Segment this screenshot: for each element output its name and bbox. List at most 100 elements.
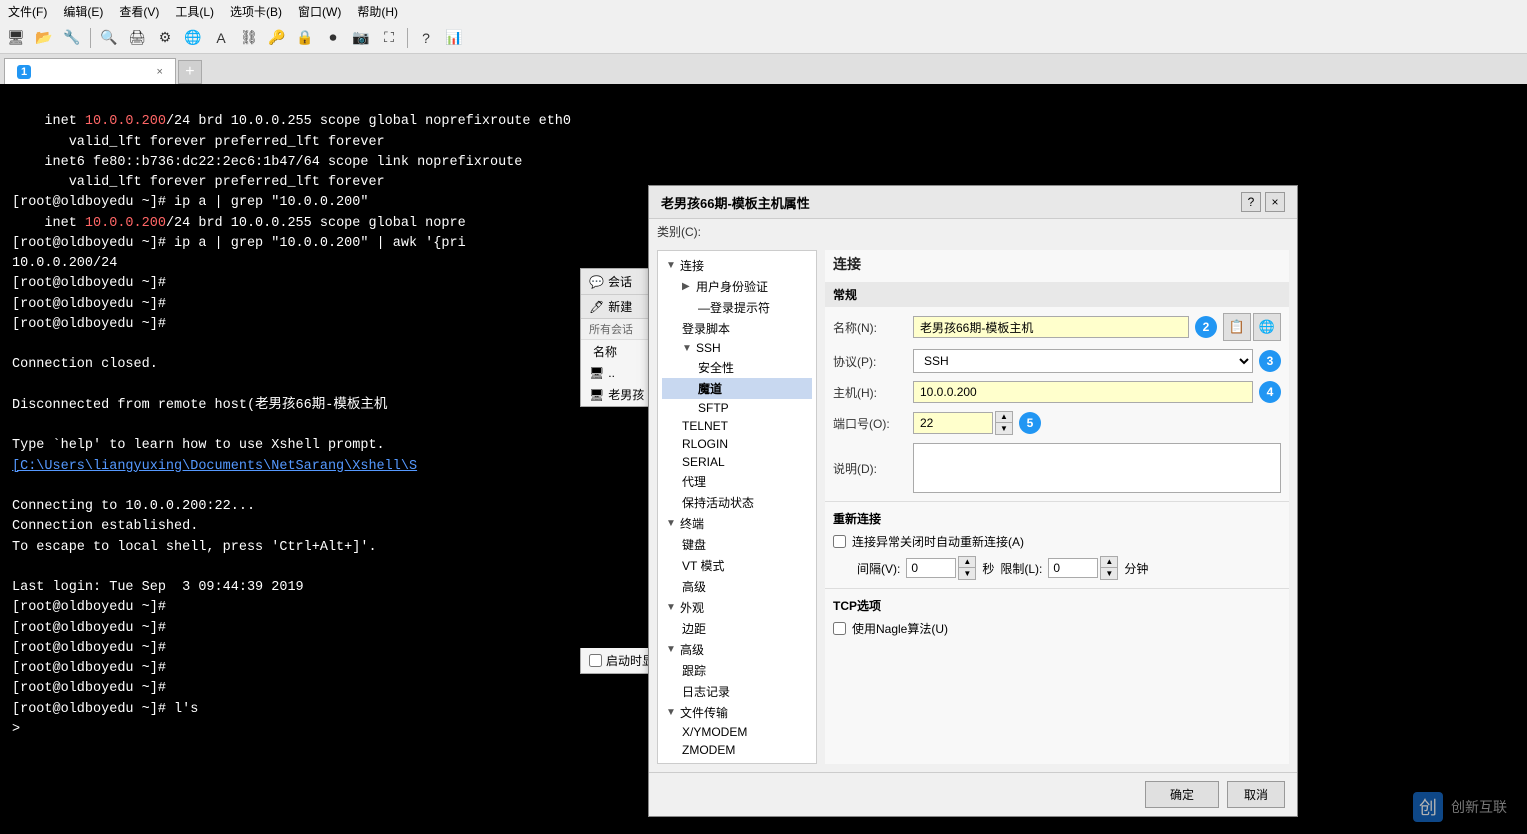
tree-label-appearance: 外观 xyxy=(680,599,704,616)
cancel-button[interactable]: 取消 xyxy=(1227,781,1285,808)
config-input-name[interactable] xyxy=(913,316,1189,338)
tab-close-btn[interactable]: × xyxy=(156,66,162,78)
tree-label-logging: 日志记录 xyxy=(682,683,730,700)
limit-label: 限制(L): xyxy=(1000,560,1042,577)
tree-item-rlogin[interactable]: RLOGIN xyxy=(662,435,812,453)
tab-main[interactable]: 1 老男孩66期-模板主... × xyxy=(4,58,176,84)
toolbar-config-btn[interactable]: ⚙ xyxy=(153,26,177,50)
terminal-line-27: [root@oldboyedu ~]# xyxy=(12,641,166,656)
tree-item-advanced[interactable]: ▼ 高级 xyxy=(662,639,812,660)
tree-item-sftp[interactable]: SFTP xyxy=(662,399,812,417)
menu-tabs[interactable]: 选项卡(B) xyxy=(230,3,282,20)
interval-up-arrow[interactable]: ▲ xyxy=(959,557,975,568)
toolbar-refresh-btn[interactable]: 🔧 xyxy=(60,26,84,50)
tree-item-filetransfer[interactable]: ▼ 文件传输 xyxy=(662,702,812,723)
toolbar-chain-btn[interactable]: ⛓ xyxy=(237,26,261,50)
tree-item-auth[interactable]: ▶ 用户身份验证 xyxy=(662,276,812,297)
ok-button[interactable]: 确定 xyxy=(1145,781,1219,808)
tree-item-proxy[interactable]: 代理 xyxy=(662,471,812,492)
modal-dialog[interactable]: 老男孩66期-模板主机属性 ? × 类别(C): ▼ 连接 ▶ 用户身份验证 xyxy=(648,185,1298,817)
session-item-icon-2: 🖥 xyxy=(589,388,604,402)
menu-edit[interactable]: 编辑(E) xyxy=(63,3,103,20)
menu-help[interactable]: 帮助(H) xyxy=(357,3,398,20)
tree-item-tunnel[interactable]: 魔道 xyxy=(662,378,812,399)
tree-item-keyboard[interactable]: 键盘 xyxy=(662,534,812,555)
new-icon: 🖊 xyxy=(589,300,604,314)
tree-item-serial[interactable]: SERIAL xyxy=(662,453,812,471)
toolbar-open-btn[interactable]: 📂 xyxy=(32,26,56,50)
session-col-label: 名称 xyxy=(593,343,617,360)
tree-item-trace[interactable]: 跟踪 xyxy=(662,660,812,681)
tree-item-terminal[interactable]: ▼ 终端 xyxy=(662,513,812,534)
tree-item-telnet[interactable]: TELNET xyxy=(662,417,812,435)
interval-down-arrow[interactable]: ▼ xyxy=(959,568,975,579)
config-textarea-desc[interactable] xyxy=(913,443,1281,493)
menu-file[interactable]: 文件(F) xyxy=(8,3,47,20)
badge-3: 3 xyxy=(1259,350,1281,372)
toolbar-extra-btn[interactable]: 📊 xyxy=(442,26,466,50)
tcp-nagle-checkbox[interactable] xyxy=(833,622,846,635)
config-row-port: 端口号(O): ▲ ▼ 5 xyxy=(825,411,1289,435)
toolbar-print-btn[interactable]: 🖨 xyxy=(125,26,149,50)
menu-view[interactable]: 查看(V) xyxy=(119,3,159,20)
tab-add-btn[interactable]: + xyxy=(178,60,202,84)
toolbar-sep-2 xyxy=(407,28,408,48)
config-select-protocol[interactable]: SSH TELNET RLOGIN xyxy=(913,349,1253,373)
tree-item-appearance[interactable]: ▼ 外观 xyxy=(662,597,812,618)
port-up-arrow[interactable]: ▲ xyxy=(996,412,1012,423)
tree-item-login-script[interactable]: 登录脚本 xyxy=(662,318,812,339)
toolbar-key-btn[interactable]: 🔑 xyxy=(265,26,289,50)
limit-down-arrow[interactable]: ▼ xyxy=(1101,568,1117,579)
menu-window[interactable]: 窗口(W) xyxy=(298,3,341,20)
interval-spinner: ▲ ▼ xyxy=(906,556,976,580)
tree-item-ssh[interactable]: ▼ SSH xyxy=(662,339,812,357)
toolbar-camera-btn[interactable]: 📷 xyxy=(349,26,373,50)
port-down-arrow[interactable]: ▼ xyxy=(996,423,1012,434)
config-input-host[interactable] xyxy=(913,381,1253,403)
config-input-wrap-protocol: SSH TELNET RLOGIN 3 xyxy=(913,349,1281,373)
tree-label-login-prompt: —登录提示符 xyxy=(698,299,770,316)
tree-item-advanced-terminal[interactable]: 高级 xyxy=(662,576,812,597)
tcp-checkbox-row: 使用Nagle算法(U) xyxy=(833,620,1281,637)
tree-item-zmodem[interactable]: ZMODEM xyxy=(662,741,812,759)
tree-item-login-prompt[interactable]: —登录提示符 xyxy=(662,297,812,318)
config-input-port[interactable] xyxy=(913,412,993,434)
config-row-name: 名称(N): 2 📋 🌐 xyxy=(825,313,1289,341)
menu-tools[interactable]: 工具(L) xyxy=(175,3,214,20)
terminal-line-9: [root@oldboyedu ~]# xyxy=(12,276,166,291)
toolbar-font-btn[interactable]: A xyxy=(209,26,233,50)
tree-item-logging[interactable]: 日志记录 xyxy=(662,681,812,702)
tcp-title: TCP选项 xyxy=(833,597,1281,614)
startup-checkbox[interactable] xyxy=(589,654,602,667)
limit-input[interactable] xyxy=(1048,558,1098,578)
tree-label-filetransfer: 文件传输 xyxy=(680,704,728,721)
limit-up-arrow[interactable]: ▲ xyxy=(1101,557,1117,568)
modal-body: ▼ 连接 ▶ 用户身份验证 —登录提示符 登录脚本 ▼ SSH xyxy=(649,242,1297,772)
startup-checkbox-label: 启动时显 xyxy=(606,652,654,669)
modal-close-btn[interactable]: × xyxy=(1265,192,1285,212)
reconnect-checkbox[interactable] xyxy=(833,535,846,548)
tree-item-xymodem[interactable]: X/YMODEM xyxy=(662,723,812,741)
tree-item-security[interactable]: 安全性 xyxy=(662,357,812,378)
tree-item-vt-mode[interactable]: VT 模式 xyxy=(662,555,812,576)
menu-bar: 文件(F) 编辑(E) 查看(V) 工具(L) 选项卡(B) 窗口(W) 帮助(… xyxy=(0,0,1527,22)
tree-item-keepalive[interactable]: 保持活动状态 xyxy=(662,492,812,513)
terminal-line-17: Type `help' to learn how to use Xshell p… xyxy=(12,438,385,453)
name-icon-group: 📋 🌐 xyxy=(1223,313,1281,341)
toolbar-expand-btn[interactable]: ⛶ xyxy=(377,26,401,50)
port-spinner: ▲ ▼ xyxy=(913,411,1013,435)
tree-item-connection[interactable]: ▼ 连接 xyxy=(662,255,812,276)
interval-input[interactable] xyxy=(906,558,956,578)
toolbar-new-btn[interactable]: 🖥 xyxy=(4,26,28,50)
toolbar-lock-btn[interactable]: 🔒 xyxy=(293,26,317,50)
modal-question-btn[interactable]: ? xyxy=(1241,192,1261,212)
toolbar-globe-btn[interactable]: 🌐 xyxy=(181,26,205,50)
network-icon[interactable]: 🌐 xyxy=(1253,313,1281,341)
toolbar-record-btn[interactable]: ⏺ xyxy=(321,26,345,50)
reconnect-checkbox-row: 连接异常关闭时自动重新连接(A) xyxy=(833,533,1281,550)
copy-icon[interactable]: 📋 xyxy=(1223,313,1251,341)
toolbar-help-btn[interactable]: ? xyxy=(414,26,438,50)
tree-label-telnet: TELNET xyxy=(682,419,728,433)
tree-item-margins[interactable]: 边距 xyxy=(662,618,812,639)
toolbar-search-btn[interactable]: 🔍 xyxy=(97,26,121,50)
